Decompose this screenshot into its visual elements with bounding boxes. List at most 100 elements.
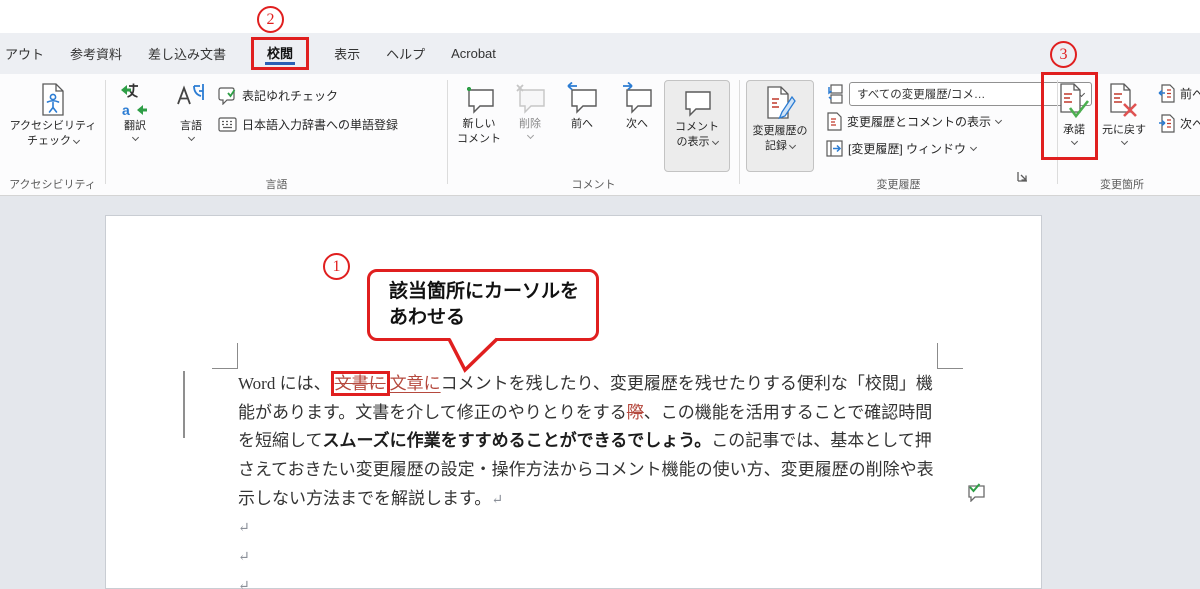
group-label-tracking: 変更履歴 [876, 179, 921, 191]
chevron-down-icon [526, 131, 534, 140]
resolved-comment-icon[interactable] [964, 480, 988, 502]
previous-change-icon [1158, 84, 1175, 103]
word-review-tab-screenshot: アウト 参考資料 差し込み文書 校閲 表示 ヘルプ Acrobat 2 アクセシ… [0, 0, 1200, 589]
tab-view[interactable]: 表示 [333, 42, 361, 65]
language-label: 言語 [180, 120, 202, 132]
doc-segment-bold: スムーズに作業をすすめることができるでしょう。 [322, 431, 712, 451]
callout-text-line-1: 該当箇所にカーソルを [389, 281, 580, 302]
track-changes-button[interactable]: 変更履歴の 記録 [746, 80, 814, 172]
chevron-down-icon [711, 137, 719, 146]
doc-segment-mark: ↵ [238, 521, 250, 537]
group-changes: 承諾 元に戻す 前へ 次へ 変更箇所 [1058, 74, 1200, 195]
language-button[interactable]: 言語 [168, 80, 214, 142]
tab-layout[interactable]: アウト [4, 42, 45, 65]
group-comments: 新しい コメント 削除 前へ 次へ コメント の表示 コメント [448, 74, 739, 195]
show-comments-button[interactable]: コメント の表示 [664, 80, 730, 172]
callout-tail [447, 337, 499, 373]
reviewing-pane-button[interactable]: [変更履歴] ウィンドウ [826, 140, 978, 157]
tab-mailings[interactable]: 差し込み文書 [147, 42, 227, 65]
display-for-review-value: すべての変更履歴/コメ… [857, 89, 986, 101]
track-changes-label-1: 変更履歴の [752, 125, 808, 137]
show-markup-button[interactable]: 変更履歴とコメントの表示 [826, 112, 1003, 131]
new-comment-label-1: 新しい [462, 118, 496, 130]
next-change-button[interactable]: 次へ [1158, 114, 1200, 133]
translate-icon: a [121, 83, 147, 118]
doc-line[interactable]: 能があります。文書を介して修正のやりとりをする際、この機能を活用することで確認時… [238, 399, 954, 428]
previous-comment-button[interactable]: 前へ [560, 80, 604, 131]
group-accessibility: アクセシビリティ チェック アクセシビリティ [0, 74, 105, 195]
delete-comment-button[interactable]: 削除 [508, 80, 552, 140]
language-icon [177, 84, 204, 105]
group-label-language: 言語 [265, 179, 288, 191]
group-label-accessibility: アクセシビリティ [9, 179, 96, 191]
track-changes-icon [767, 86, 796, 120]
changed-line-indicator [183, 371, 185, 438]
annotation-step-2: 2 [257, 6, 284, 33]
translate-label: 翻訳 [124, 120, 146, 132]
previous-comment-label: 前へ [571, 118, 593, 130]
group-language: a 翻訳 言語 表記ゆれチェック 日本語入力辞書への単語登録 言語 [106, 74, 447, 195]
chevron-down-icon [994, 116, 1003, 125]
tab-review-active[interactable]: 校閲 [251, 37, 310, 70]
chevron-down-icon [788, 141, 797, 150]
new-comment-button[interactable]: 新しい コメント [453, 80, 505, 146]
svg-text:a: a [122, 102, 130, 118]
accept-button[interactable]: 承諾 [1048, 80, 1100, 146]
chevron-down-icon [1120, 137, 1128, 146]
reject-button[interactable]: 元に戻す [1100, 80, 1148, 146]
active-tab-underline [265, 62, 296, 65]
annotation-box-deleted-text: 文書に [330, 371, 390, 396]
reject-change-icon [1110, 83, 1137, 117]
previous-change-button[interactable]: 前へ [1158, 84, 1200, 103]
doc-segment-mark: ↵ [238, 550, 250, 566]
delete-comment-icon [516, 84, 545, 114]
doc-line[interactable]: さえておきたい変更履歴の設定・操作方法からコメント機能の使い方、変更履歴の削除や… [238, 456, 954, 485]
doc-segment: 能があります。文書を介して修正のやりとりをする [238, 402, 627, 422]
delete-comment-label: 削除 [519, 118, 541, 130]
doc-segment: 、この機能を活用することで確認時間 [643, 402, 933, 422]
annotation-callout: 該当箇所にカーソルを あわせる [367, 269, 599, 341]
tab-help[interactable]: ヘルプ [385, 42, 426, 65]
dict-register-button[interactable]: 日本語入力辞書への単語登録 [218, 116, 398, 133]
consistency-check-button[interactable]: 表記ゆれチェック [218, 86, 338, 105]
doc-segment: Word には、 [238, 374, 331, 393]
doc-line[interactable]: ↵ [238, 542, 954, 571]
accessibility-check-button[interactable]: アクセシビリティ チェック [8, 80, 98, 148]
reject-label: 元に戻す [1102, 124, 1146, 136]
chevron-down-icon [72, 136, 81, 145]
ribbon: アクセシビリティ チェック アクセシビリティ a 翻訳 言語 表記ゆれチェック … [0, 72, 1200, 196]
document-page[interactable]: Word には、 文書に 文章にコメントを残したり、変更履歴を残せたりする便利な「校… [105, 215, 1042, 589]
next-comment-icon [623, 82, 652, 114]
doc-line[interactable]: ↵ [238, 513, 954, 542]
tab-acrobat[interactable]: Acrobat [450, 44, 497, 63]
track-changes-label-2: 記録 [765, 140, 797, 153]
show-markup-icon [827, 112, 842, 131]
new-comment-icon [467, 87, 494, 114]
group-label-comments: コメント [571, 179, 616, 191]
tab-references[interactable]: 参考資料 [69, 42, 123, 65]
doc-segment: 示しない方法までを解説します。 [238, 488, 492, 508]
chevron-down-icon [131, 133, 139, 142]
document-area: Word には、 文書に 文章にコメントを残したり、変更履歴を残せたりする便利な「校… [0, 196, 1200, 589]
consistency-check-label: 表記ゆれチェック [242, 89, 339, 103]
doc-segment-del: 際 [626, 402, 644, 422]
accessibility-check-label-2: チェック [27, 135, 81, 148]
doc-line[interactable]: Word には、 文書に 文章にコメントを残したり、変更履歴を残せたりする便利な「校… [238, 370, 954, 399]
reviewing-pane-label: [変更履歴] ウィンドウ [848, 142, 967, 156]
menu-bar: アウト 参考資料 差し込み文書 校閲 表示 ヘルプ Acrobat [0, 33, 1200, 74]
doc-segment: を短縮して [238, 431, 323, 451]
next-comment-button[interactable]: 次へ [615, 80, 659, 131]
tab-review-label: 校閲 [267, 46, 294, 61]
accessibility-check-label-1: アクセシビリティ [9, 120, 97, 132]
doc-segment-mark: ↵ [491, 492, 504, 508]
show-comments-label-1: コメント [675, 121, 719, 133]
dialog-launcher-icon[interactable] [1016, 170, 1029, 183]
previous-change-label: 前へ [1180, 87, 1200, 101]
doc-line[interactable]: ↵ [238, 571, 954, 589]
dict-register-label: 日本語入力辞書への単語登録 [242, 118, 399, 132]
translate-button[interactable]: a 翻訳 [112, 80, 158, 142]
next-change-icon [1159, 114, 1175, 133]
doc-line[interactable]: を短縮してスムーズに作業をすすめることができるでしょう。この記事では、基本として… [238, 427, 954, 456]
doc-line[interactable]: 示しない方法までを解説します。↵ [238, 485, 954, 514]
doc-segment-mark: ↵ [238, 578, 250, 589]
